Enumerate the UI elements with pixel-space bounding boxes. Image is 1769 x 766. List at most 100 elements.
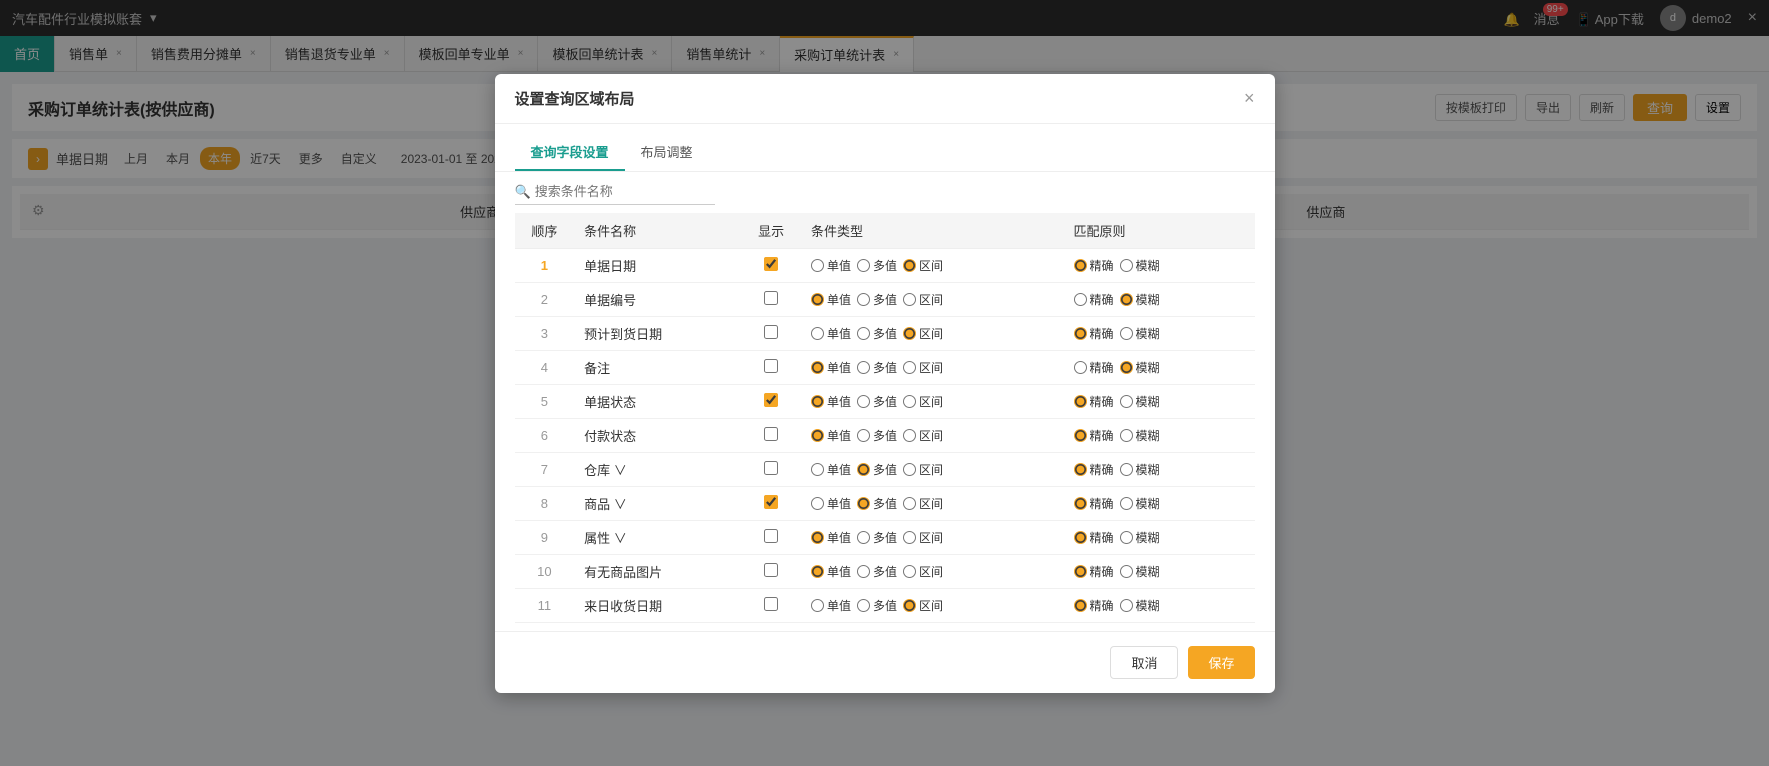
type-option-区间-11[interactable]: 区间: [903, 597, 943, 614]
type-option-多值-3[interactable]: 多值: [857, 325, 897, 342]
match-option-模糊-3[interactable]: 模糊: [1120, 325, 1160, 342]
match-option-精确-3[interactable]: 精确: [1074, 325, 1114, 342]
type-radio-单值-8[interactable]: [811, 497, 824, 510]
type-radio-单值-4[interactable]: [811, 361, 824, 374]
match-option-精确-9[interactable]: 精确: [1074, 529, 1114, 546]
type-option-单值-3[interactable]: 单值: [811, 325, 851, 342]
type-option-区间-8[interactable]: 区间: [903, 495, 943, 512]
match-radio-模糊-1[interactable]: [1120, 259, 1133, 272]
save-button[interactable]: 保存: [1188, 646, 1254, 679]
type-option-多值-6[interactable]: 多值: [857, 427, 897, 444]
display-checkbox-4[interactable]: [764, 359, 778, 373]
type-radio-区间-5[interactable]: [903, 395, 916, 408]
type-option-单值-2[interactable]: 单值: [811, 291, 851, 308]
type-radio-单值-3[interactable]: [811, 327, 824, 340]
match-radio-精确-1[interactable]: [1074, 259, 1087, 272]
match-radio-精确-9[interactable]: [1074, 531, 1087, 544]
display-checkbox-7[interactable]: [764, 461, 778, 475]
match-option-模糊-9[interactable]: 模糊: [1120, 529, 1160, 546]
match-radio-模糊-9[interactable]: [1120, 531, 1133, 544]
type-option-区间-6[interactable]: 区间: [903, 427, 943, 444]
type-radio-区间-6[interactable]: [903, 429, 916, 442]
type-radio-单值-11[interactable]: [811, 599, 824, 612]
match-option-模糊-10[interactable]: 模糊: [1120, 563, 1160, 580]
search-input[interactable]: [535, 184, 705, 199]
type-radio-单值-10[interactable]: [811, 565, 824, 578]
match-radio-模糊-4[interactable]: [1120, 361, 1133, 374]
match-option-精确-10[interactable]: 精确: [1074, 563, 1114, 580]
match-option-精确-5[interactable]: 精确: [1074, 393, 1114, 410]
type-radio-区间-1[interactable]: [903, 259, 916, 272]
match-option-模糊-7[interactable]: 模糊: [1120, 461, 1160, 478]
type-option-单值-8[interactable]: 单值: [811, 495, 851, 512]
match-option-精确-6[interactable]: 精确: [1074, 427, 1114, 444]
match-radio-精确-7[interactable]: [1074, 463, 1087, 476]
match-radio-精确-3[interactable]: [1074, 327, 1087, 340]
type-option-单值-11[interactable]: 单值: [811, 597, 851, 614]
type-radio-区间-7[interactable]: [903, 463, 916, 476]
match-radio-模糊-5[interactable]: [1120, 395, 1133, 408]
type-radio-多值-5[interactable]: [857, 395, 870, 408]
type-radio-多值-6[interactable]: [857, 429, 870, 442]
type-radio-区间-4[interactable]: [903, 361, 916, 374]
match-radio-模糊-3[interactable]: [1120, 327, 1133, 340]
match-radio-精确-11[interactable]: [1074, 599, 1087, 612]
match-radio-精确-6[interactable]: [1074, 429, 1087, 442]
match-radio-精确-10[interactable]: [1074, 565, 1087, 578]
type-option-单值-5[interactable]: 单值: [811, 393, 851, 410]
match-radio-模糊-7[interactable]: [1120, 463, 1133, 476]
type-option-区间-1[interactable]: 区间: [903, 257, 943, 274]
type-option-区间-7[interactable]: 区间: [903, 461, 943, 478]
type-option-多值-7[interactable]: 多值: [857, 461, 897, 478]
match-option-精确-4[interactable]: 精确: [1074, 359, 1114, 376]
type-radio-多值-1[interactable]: [857, 259, 870, 272]
type-option-区间-5[interactable]: 区间: [903, 393, 943, 410]
cancel-button[interactable]: 取消: [1110, 646, 1178, 679]
type-radio-单值-7[interactable]: [811, 463, 824, 476]
type-option-多值-11[interactable]: 多值: [857, 597, 897, 614]
match-radio-模糊-8[interactable]: [1120, 497, 1133, 510]
type-radio-单值-1[interactable]: [811, 259, 824, 272]
type-option-多值-1[interactable]: 多值: [857, 257, 897, 274]
type-radio-区间-9[interactable]: [903, 531, 916, 544]
type-radio-区间-8[interactable]: [903, 497, 916, 510]
type-radio-多值-10[interactable]: [857, 565, 870, 578]
match-radio-精确-5[interactable]: [1074, 395, 1087, 408]
match-option-精确-8[interactable]: 精确: [1074, 495, 1114, 512]
type-option-区间-9[interactable]: 区间: [903, 529, 943, 546]
modal-close-button[interactable]: ×: [1244, 89, 1255, 107]
match-radio-精确-8[interactable]: [1074, 497, 1087, 510]
type-radio-多值-7[interactable]: [857, 463, 870, 476]
display-checkbox-9[interactable]: [764, 529, 778, 543]
type-radio-多值-9[interactable]: [857, 531, 870, 544]
type-option-多值-10[interactable]: 多值: [857, 563, 897, 580]
display-checkbox-2[interactable]: [764, 291, 778, 305]
display-checkbox-3[interactable]: [764, 325, 778, 339]
type-option-区间-10[interactable]: 区间: [903, 563, 943, 580]
type-option-单值-4[interactable]: 单值: [811, 359, 851, 376]
match-option-模糊-4[interactable]: 模糊: [1120, 359, 1160, 376]
modal-tab-query-fields[interactable]: 查询字段设置: [515, 134, 625, 171]
type-option-单值-6[interactable]: 单值: [811, 427, 851, 444]
type-radio-区间-11[interactable]: [903, 599, 916, 612]
type-option-单值-7[interactable]: 单值: [811, 461, 851, 478]
type-option-单值-9[interactable]: 单值: [811, 529, 851, 546]
type-option-多值-8[interactable]: 多值: [857, 495, 897, 512]
display-checkbox-5[interactable]: [764, 393, 778, 407]
modal-tab-layout[interactable]: 布局调整: [625, 134, 709, 171]
match-option-模糊-2[interactable]: 模糊: [1120, 291, 1160, 308]
type-option-多值-4[interactable]: 多值: [857, 359, 897, 376]
type-option-区间-3[interactable]: 区间: [903, 325, 943, 342]
type-radio-区间-3[interactable]: [903, 327, 916, 340]
type-option-区间-4[interactable]: 区间: [903, 359, 943, 376]
match-option-精确-2[interactable]: 精确: [1074, 291, 1114, 308]
type-radio-单值-9[interactable]: [811, 531, 824, 544]
type-radio-单值-2[interactable]: [811, 293, 824, 306]
match-option-模糊-6[interactable]: 模糊: [1120, 427, 1160, 444]
match-option-模糊-11[interactable]: 模糊: [1120, 597, 1160, 614]
display-checkbox-6[interactable]: [764, 427, 778, 441]
type-radio-多值-3[interactable]: [857, 327, 870, 340]
type-radio-单值-6[interactable]: [811, 429, 824, 442]
match-option-模糊-5[interactable]: 模糊: [1120, 393, 1160, 410]
display-checkbox-11[interactable]: [764, 597, 778, 611]
